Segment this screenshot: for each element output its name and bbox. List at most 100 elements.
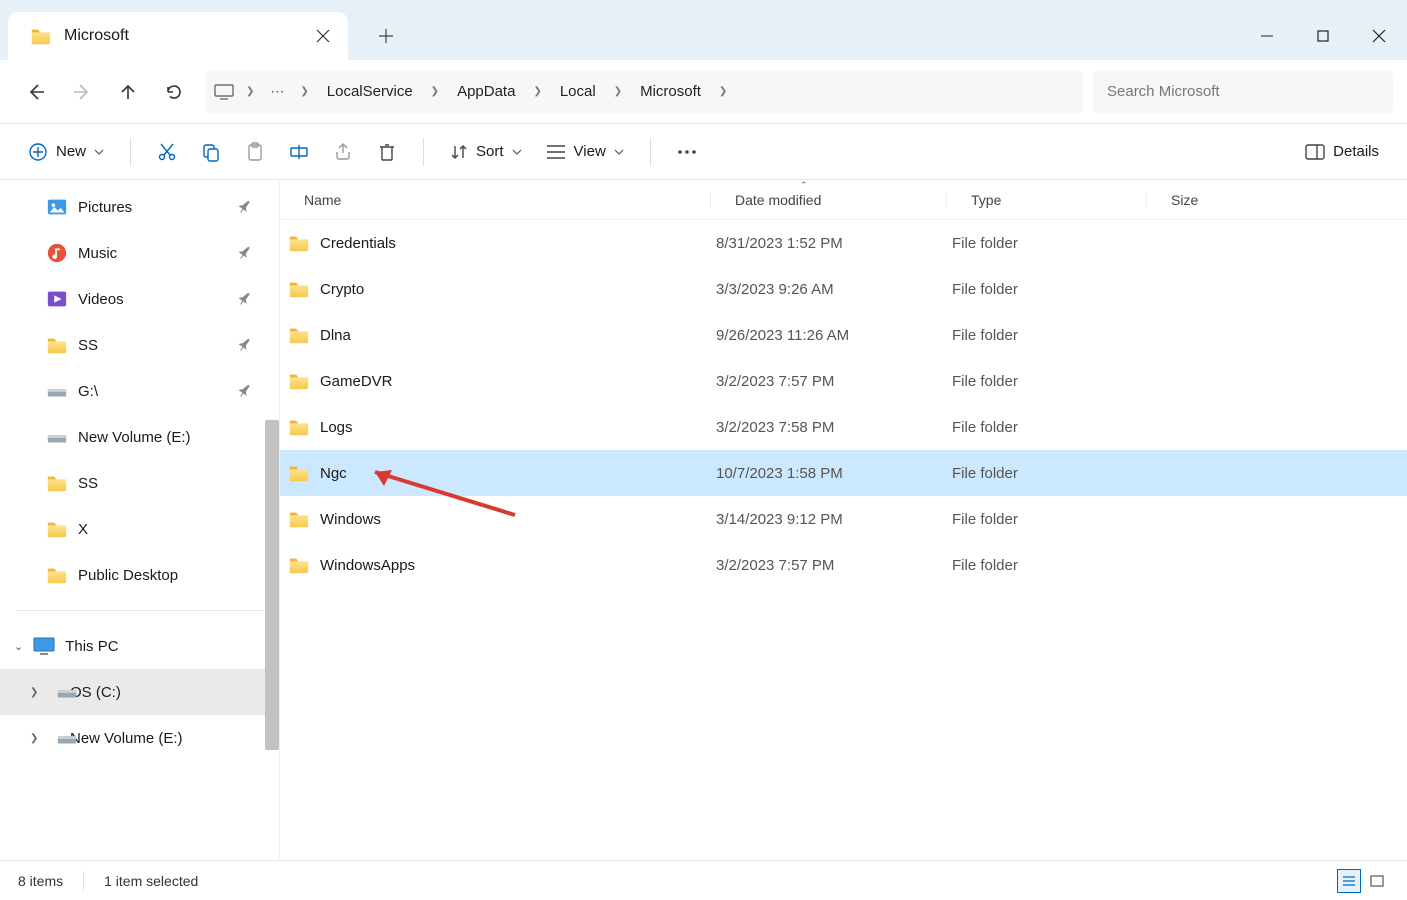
pin-icon [239, 338, 251, 352]
sidebar-item-label: New Volume (E:) [78, 429, 191, 446]
file-type: File folder [952, 511, 1152, 528]
file-row[interactable]: GameDVR3/2/2023 7:57 PMFile folder [280, 358, 1407, 404]
sidebar-item[interactable]: Videos [0, 276, 279, 322]
chevron-right-icon[interactable]: ❯ [423, 86, 447, 97]
new-tab-button[interactable] [364, 12, 408, 60]
column-header-type[interactable]: Type [946, 192, 1146, 208]
breadcrumb[interactable]: Microsoft [634, 79, 707, 104]
file-date: 3/3/2023 9:26 AM [716, 281, 952, 298]
close-tab-icon[interactable] [316, 29, 330, 43]
sidebar-drive[interactable]: ❯ New Volume (E:) [0, 715, 279, 761]
sidebar-drive[interactable]: ❯OS (C:) [0, 669, 279, 715]
chevron-down-icon [512, 149, 522, 155]
column-header-name[interactable]: Name [280, 192, 710, 208]
pin-icon [239, 200, 251, 214]
copy-button[interactable] [193, 134, 229, 170]
window-controls [1239, 12, 1407, 60]
chevron-right-icon[interactable]: ❯ [292, 86, 316, 97]
file-list: ⌃ Name Date modified Type Size Credentia… [280, 180, 1407, 860]
view-large-icon[interactable] [1365, 869, 1389, 893]
pin-icon [239, 292, 251, 306]
file-date: 3/2/2023 7:57 PM [716, 373, 952, 390]
details-pane-button[interactable]: Details [1297, 134, 1387, 170]
column-header-date[interactable]: Date modified [710, 192, 946, 208]
chevron-right-icon[interactable]: ❯ [30, 733, 38, 744]
back-button[interactable] [14, 72, 58, 112]
refresh-button[interactable] [152, 72, 196, 112]
file-name: Windows [320, 511, 716, 528]
view-details-icon[interactable] [1337, 869, 1361, 893]
sidebar-item-label: G:\ [78, 383, 98, 400]
address-bar[interactable]: ❯ ⋯ ❯ LocalService ❯ AppData ❯ Local ❯ M… [206, 70, 1083, 114]
chevron-right-icon[interactable]: ❯ [525, 86, 549, 97]
sidebar-item[interactable]: SS [0, 460, 279, 506]
file-type: File folder [952, 419, 1152, 436]
file-row[interactable]: Ngc10/7/2023 1:58 PMFile folder [280, 450, 1407, 496]
sidebar-item-label: Pictures [78, 199, 132, 216]
sidebar-item-label: X [78, 521, 88, 538]
file-name: Ngc [320, 465, 716, 482]
up-button[interactable] [106, 72, 150, 112]
sidebar-item-label: SS [78, 475, 98, 492]
more-button[interactable] [669, 134, 705, 170]
chevron-right-icon[interactable]: ❯ [606, 86, 630, 97]
sidebar-item[interactable]: Public Desktop [0, 552, 279, 598]
scrollbar[interactable] [265, 420, 279, 750]
file-date: 3/2/2023 7:58 PM [716, 419, 952, 436]
pin-icon [239, 246, 251, 260]
view-button[interactable]: View [538, 134, 632, 170]
chevron-right-icon[interactable]: ❯ [30, 687, 38, 698]
breadcrumb[interactable]: LocalService [321, 79, 419, 104]
file-row[interactable]: Credentials8/31/2023 1:52 PMFile folder [280, 220, 1407, 266]
drive-label: New Volume (E:) [70, 730, 183, 747]
overflow-icon[interactable]: ⋯ [266, 83, 288, 100]
navbar: ❯ ⋯ ❯ LocalService ❯ AppData ❯ Local ❯ M… [0, 60, 1407, 124]
minimize-button[interactable] [1239, 12, 1295, 60]
maximize-button[interactable] [1295, 12, 1351, 60]
sort-label: Sort [476, 143, 504, 160]
file-row[interactable]: Logs3/2/2023 7:58 PMFile folder [280, 404, 1407, 450]
file-type: File folder [952, 373, 1152, 390]
sidebar-item-label: Public Desktop [78, 567, 178, 584]
chevron-right-icon[interactable]: ❯ [238, 86, 262, 97]
file-type: File folder [952, 465, 1152, 482]
chevron-down-icon [614, 149, 624, 155]
new-button[interactable]: New [20, 134, 112, 170]
forward-button[interactable] [60, 72, 104, 112]
column-header-size[interactable]: Size [1146, 192, 1407, 208]
sidebar-item[interactable]: Pictures [0, 184, 279, 230]
share-button[interactable] [325, 134, 361, 170]
delete-button[interactable] [369, 134, 405, 170]
file-row[interactable]: WindowsApps3/2/2023 7:57 PMFile folder [280, 542, 1407, 588]
file-row[interactable]: Windows3/14/2023 9:12 PMFile folder [280, 496, 1407, 542]
sidebar-item[interactable]: X [0, 506, 279, 552]
sort-button[interactable]: Sort [442, 134, 530, 170]
file-date: 9/26/2023 11:26 AM [716, 327, 952, 344]
pc-icon [214, 84, 234, 100]
sidebar-this-pc[interactable]: ⌄ This PC [0, 623, 279, 669]
pc-icon [33, 637, 55, 655]
file-name: WindowsApps [320, 557, 716, 574]
cut-button[interactable] [149, 134, 185, 170]
this-pc-label: This PC [65, 638, 118, 655]
breadcrumb[interactable]: AppData [451, 79, 521, 104]
sidebar-item[interactable]: New Volume (E:) [0, 414, 279, 460]
file-row[interactable]: Crypto3/3/2023 9:26 AMFile folder [280, 266, 1407, 312]
file-type: File folder [952, 557, 1152, 574]
file-name: Dlna [320, 327, 716, 344]
close-window-button[interactable] [1351, 12, 1407, 60]
sidebar-item-label: Music [78, 245, 117, 262]
sidebar-item[interactable]: G:\ [0, 368, 279, 414]
sidebar-item[interactable]: Music [0, 230, 279, 276]
sidebar-item[interactable]: SS [0, 322, 279, 368]
file-row[interactable]: Dlna9/26/2023 11:26 AMFile folder [280, 312, 1407, 358]
chevron-right-icon[interactable]: ❯ [711, 86, 735, 97]
file-date: 8/31/2023 1:52 PM [716, 235, 952, 252]
chevron-down-icon[interactable]: ⌄ [14, 640, 23, 653]
folder-icon [30, 25, 52, 47]
breadcrumb[interactable]: Local [554, 79, 602, 104]
window-tab[interactable]: Microsoft [8, 12, 348, 60]
rename-button[interactable] [281, 134, 317, 170]
paste-button[interactable] [237, 134, 273, 170]
search-input[interactable]: Search Microsoft [1093, 70, 1393, 114]
